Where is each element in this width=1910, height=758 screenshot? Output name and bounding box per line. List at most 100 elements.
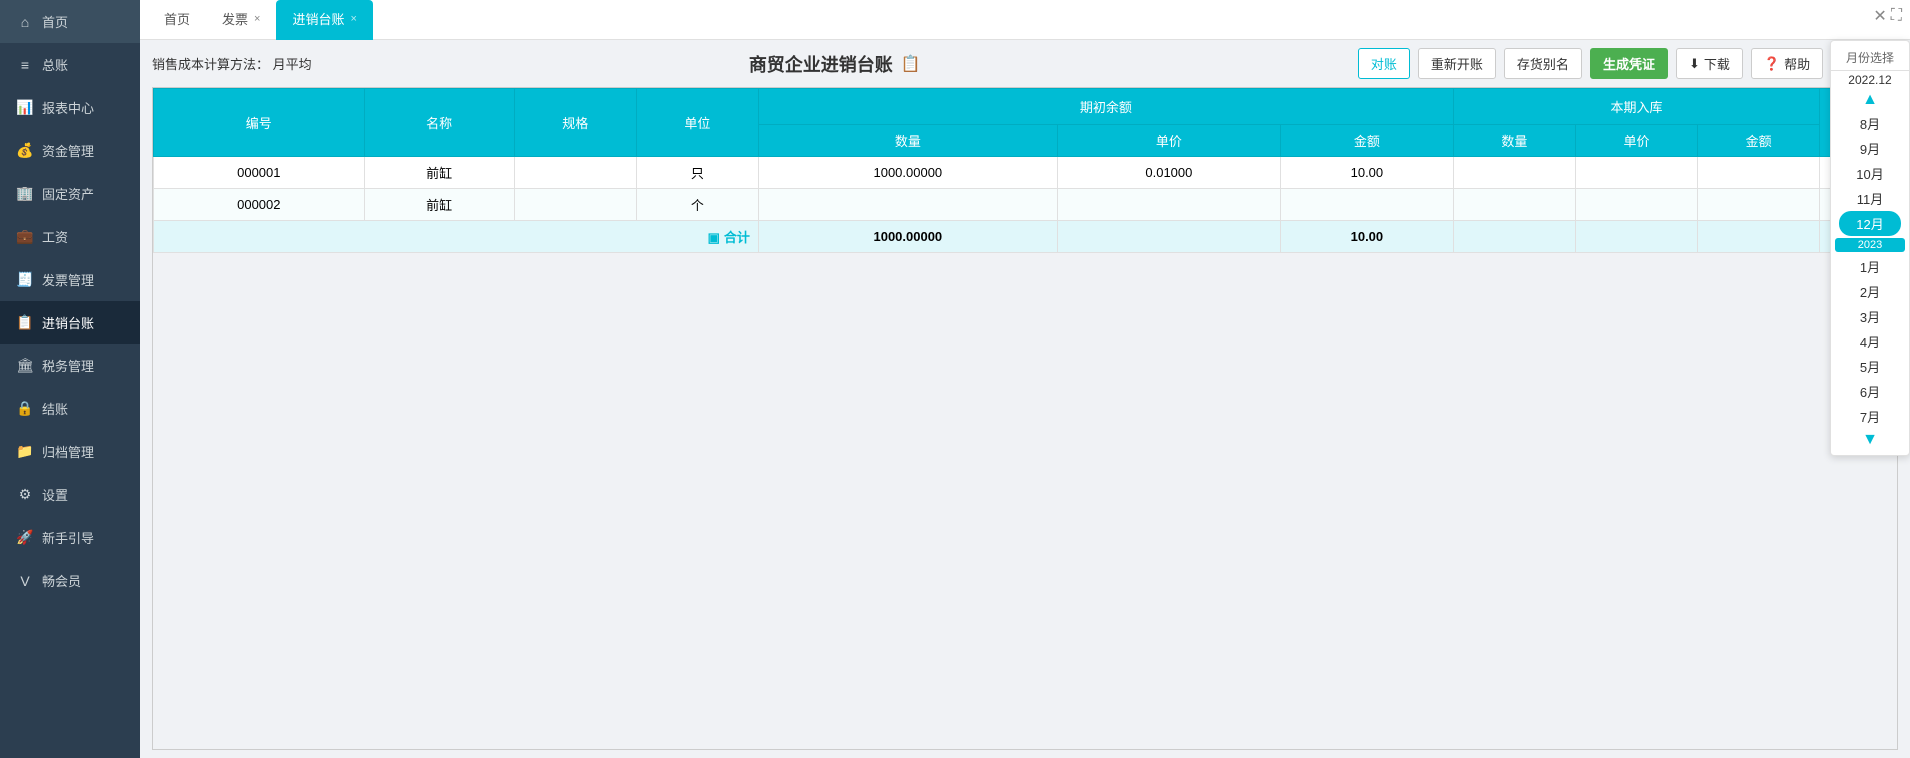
reopen-button[interactable]: 重新开账: [1418, 48, 1496, 79]
report-icon: 📊: [16, 99, 34, 117]
info-bar: 销售成本计算方法： 月平均 商贸企业进销台账 📋 对账 重新开账 存货别名 生成…: [152, 48, 1898, 79]
sidebar-item-purchase-sales[interactable]: 📋 进销台账: [0, 301, 140, 344]
year-2023-tag: 2023: [1835, 238, 1905, 252]
row1-spec: [514, 157, 636, 189]
month-panel-year: 2022.12: [1831, 71, 1909, 89]
table-row: 000001 前缸 只 1000.00000 0.01000 10.00: [154, 157, 1897, 189]
col-opening-amount: 金额: [1280, 125, 1453, 157]
sidebar-item-close-account[interactable]: 🔒 结账: [0, 387, 140, 430]
settings-icon: ⚙: [16, 486, 34, 504]
sidebar: ⌂ 首页 ≡ 总账 📊 报表中心 💰 资金管理 🏢 固定资产 💼 工资 🧾 发票…: [0, 0, 140, 758]
col-opening-price: 单价: [1057, 125, 1280, 157]
row2-spec: [514, 189, 636, 221]
window-maximize-button[interactable]: ⛶: [1891, 7, 1902, 25]
month-nav-down[interactable]: ▼: [1831, 429, 1909, 451]
help-icon: ❓: [1764, 56, 1780, 72]
sidebar-item-fund-management[interactable]: 💰 资金管理: [0, 129, 140, 172]
cost-method: 销售成本计算方法： 月平均: [152, 54, 312, 73]
sidebar-item-vip[interactable]: V 畅会员: [0, 559, 140, 602]
vip-icon: V: [16, 572, 34, 590]
tab-invoice-close[interactable]: ×: [254, 13, 260, 25]
row2-opening-amount: [1280, 189, 1453, 221]
invoice-icon: 🧾: [16, 271, 34, 289]
table-row: 000002 前缸 个: [154, 189, 1897, 221]
row2-in-amount: [1698, 189, 1820, 221]
col-name: 名称: [364, 89, 514, 157]
col-in-qty: 数量: [1453, 125, 1575, 157]
guide-icon: 🚀: [16, 529, 34, 547]
generate-voucher-button[interactable]: 生成凭证: [1590, 48, 1668, 79]
col-period-in: 本期入库: [1453, 89, 1819, 125]
month-item-11[interactable]: 11月: [1831, 186, 1909, 211]
sidebar-item-fixed-assets[interactable]: 🏢 固定资产: [0, 172, 140, 215]
total-in-price: [1575, 221, 1697, 253]
row2-in-price: [1575, 189, 1697, 221]
ledger-icon: ≡: [16, 56, 34, 74]
title-area: 商贸企业进销台账 📋: [749, 51, 921, 77]
sidebar-item-settings[interactable]: ⚙ 设置: [0, 473, 140, 516]
tab-invoice[interactable]: 发票 ×: [206, 0, 276, 40]
sidebar-item-report-center[interactable]: 📊 报表中心: [0, 86, 140, 129]
tab-bar: 首页 发票 × 进销台账 × ✕ ⛶: [140, 0, 1910, 40]
col-in-amount: 金额: [1698, 125, 1820, 157]
sidebar-item-invoice-management[interactable]: 🧾 发票管理: [0, 258, 140, 301]
row2-name: 前缸: [364, 189, 514, 221]
fund-icon: 💰: [16, 142, 34, 160]
tab-home[interactable]: 首页: [148, 0, 206, 40]
month-item-6[interactable]: 6月: [1831, 379, 1909, 404]
total-label: ▣合计: [154, 221, 759, 253]
row1-opening-price: 0.01000: [1057, 157, 1280, 189]
month-item-5[interactable]: 5月: [1831, 354, 1909, 379]
col-opening-qty: 数量: [758, 125, 1057, 157]
edit-icon[interactable]: 📋: [901, 54, 921, 74]
month-item-12[interactable]: 12月: [1839, 211, 1901, 236]
sidebar-item-general-ledger[interactable]: ≡ 总账: [0, 43, 140, 86]
row2-in-qty: [1453, 189, 1575, 221]
row1-name: 前缸: [364, 157, 514, 189]
month-item-9[interactable]: 9月: [1831, 136, 1909, 161]
download-button[interactable]: ⬇ 下载: [1676, 48, 1743, 79]
window-close-button[interactable]: ✕: [1873, 6, 1886, 26]
row1-in-price: [1575, 157, 1697, 189]
col-unit: 单位: [636, 89, 758, 157]
page-title: 商贸企业进销台账: [749, 51, 893, 77]
help-button[interactable]: ❓ 帮助: [1751, 48, 1823, 79]
archive-icon: 📁: [16, 443, 34, 461]
tab-purchase-sales-close[interactable]: ×: [350, 13, 356, 25]
close-account-icon: 🔒: [16, 400, 34, 418]
month-item-1[interactable]: 1月: [1831, 254, 1909, 279]
save-alias-button[interactable]: 存货别名: [1504, 48, 1582, 79]
download-icon: ⬇: [1689, 56, 1700, 72]
reconcile-button[interactable]: 对账: [1358, 48, 1410, 79]
total-in-qty: [1453, 221, 1575, 253]
row1-unit: 只: [636, 157, 758, 189]
row1-opening-qty: 1000.00000: [758, 157, 1057, 189]
sidebar-item-tax-management[interactable]: 🏛 税务管理: [0, 344, 140, 387]
row1-id: 000001: [154, 157, 365, 189]
row2-id: 000002: [154, 189, 365, 221]
total-opening-price: [1057, 221, 1280, 253]
ledger-table: 编号 名称 规格 单位 期初余额 本期入库 数 数量 单价 金额 数量 单价: [153, 88, 1897, 253]
sidebar-item-home[interactable]: ⌂ 首页: [0, 0, 140, 43]
month-item-2[interactable]: 2月: [1831, 279, 1909, 304]
month-item-3[interactable]: 3月: [1831, 304, 1909, 329]
month-item-7[interactable]: 7月: [1831, 404, 1909, 429]
assets-icon: 🏢: [16, 185, 34, 203]
toolbar: 对账 重新开账 存货别名 生成凭证 ⬇ 下载 ❓ 帮助 ↻ 刷新: [1358, 48, 1898, 79]
sidebar-item-archive[interactable]: 📁 归档管理: [0, 430, 140, 473]
month-item-4[interactable]: 4月: [1831, 329, 1909, 354]
col-opening-balance: 期初余额: [758, 89, 1453, 125]
row1-opening-amount: 10.00: [1280, 157, 1453, 189]
total-opening-amount: 10.00: [1280, 221, 1453, 253]
home-icon: ⌂: [16, 13, 34, 31]
sidebar-item-payroll[interactable]: 💼 工资: [0, 215, 140, 258]
month-item-8[interactable]: 8月: [1831, 111, 1909, 136]
row1-in-amount: [1698, 157, 1820, 189]
month-nav-up[interactable]: ▲: [1831, 89, 1909, 111]
sidebar-item-guide[interactable]: 🚀 新手引导: [0, 516, 140, 559]
table-container: 编号 名称 规格 单位 期初余额 本期入库 数 数量 单价 金额 数量 单价: [152, 87, 1898, 750]
month-panel-title: 月份选择: [1831, 45, 1909, 71]
col-id: 编号: [154, 89, 365, 157]
tab-purchase-sales[interactable]: 进销台账 ×: [276, 0, 372, 40]
month-item-10[interactable]: 10月: [1831, 161, 1909, 186]
